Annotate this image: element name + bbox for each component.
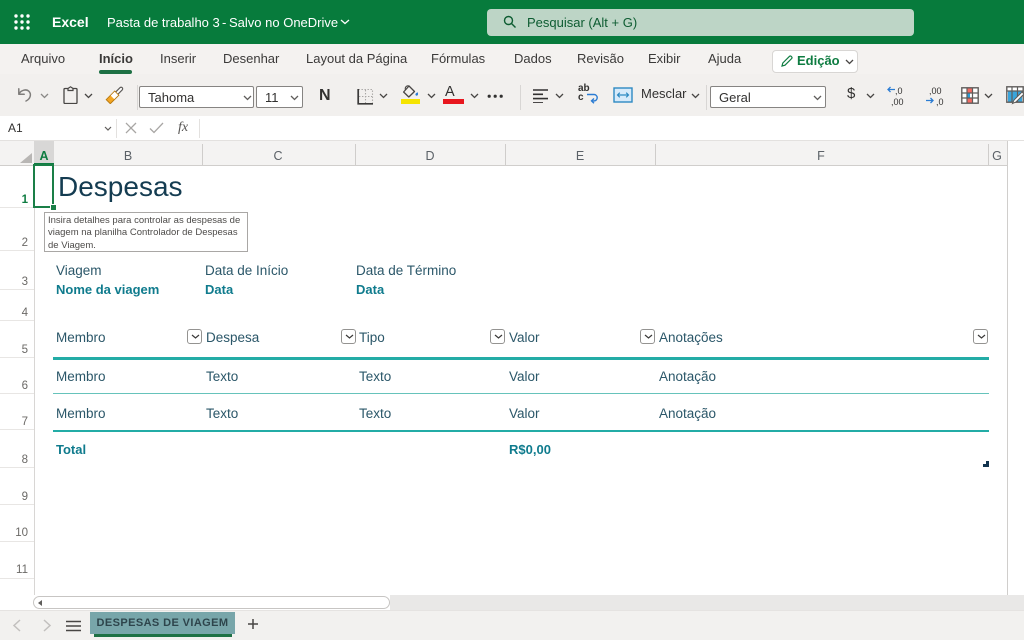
svg-text:,00: ,00 (891, 97, 904, 107)
svg-text:,00: ,00 (929, 86, 942, 96)
svg-text:,0: ,0 (936, 97, 944, 107)
svg-text:,0: ,0 (895, 86, 903, 96)
